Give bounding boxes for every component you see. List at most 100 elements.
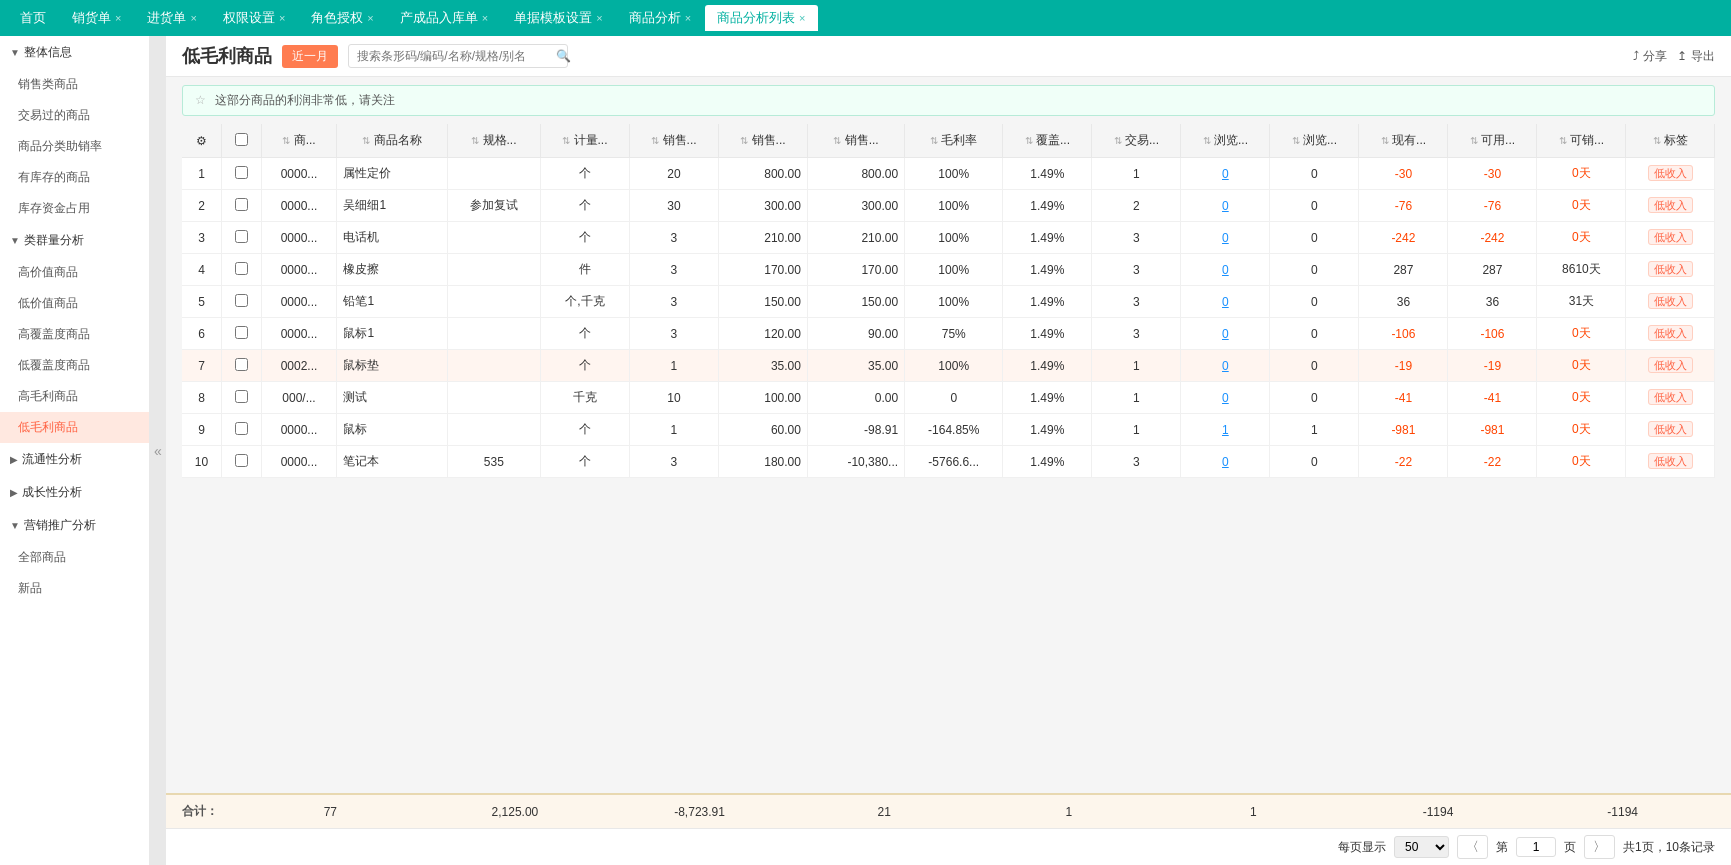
- sidebar-item-低毛利商品[interactable]: 低毛利商品: [0, 412, 149, 443]
- nav-item-角色授权[interactable]: 角色授权×: [299, 5, 385, 31]
- nav-item-产成品入库单[interactable]: 产成品入库单×: [388, 5, 500, 31]
- sidebar-item-低覆盖度商品[interactable]: 低覆盖度商品: [0, 350, 149, 381]
- col-header-code[interactable]: ⇅ 商...: [261, 124, 337, 158]
- sidebar-item-商品分类助销率[interactable]: 商品分类助销率: [0, 131, 149, 162]
- share-btn[interactable]: ⤴ 分享: [1633, 48, 1667, 65]
- col-sort-icon[interactable]: ⇅: [1292, 135, 1300, 146]
- col-sort-icon[interactable]: ⇅: [471, 135, 479, 146]
- nav-item-商品分析列表[interactable]: 商品分析列表×: [705, 5, 817, 31]
- sidebar-item-高价值商品[interactable]: 高价值商品: [0, 257, 149, 288]
- row-checkbox[interactable]: [235, 198, 248, 211]
- sidebar-item-交易过的商品[interactable]: 交易过的商品: [0, 100, 149, 131]
- col-header-sales_profit[interactable]: ⇅ 销售...: [807, 124, 904, 158]
- sidebar-group-营销推广分析[interactable]: ▼营销推广分析: [0, 509, 149, 542]
- row-checkbox[interactable]: [235, 454, 248, 467]
- search-icon[interactable]: 🔍: [556, 49, 571, 63]
- row-checkbox[interactable]: [235, 262, 248, 275]
- col-sort-icon[interactable]: ⇅: [740, 135, 748, 146]
- nav-item-权限设置[interactable]: 权限设置×: [211, 5, 297, 31]
- nav-item-首页[interactable]: 首页: [8, 5, 58, 31]
- row-checkbox[interactable]: [235, 294, 248, 307]
- views1-link[interactable]: 1: [1222, 423, 1229, 437]
- nav-item-销货单[interactable]: 销货单×: [60, 5, 133, 31]
- views1-link[interactable]: 0: [1222, 327, 1229, 341]
- col-header-checkbox[interactable]: [221, 124, 261, 158]
- views1-link[interactable]: 0: [1222, 359, 1229, 373]
- row-checkbox[interactable]: [235, 358, 248, 371]
- col-sort-icon[interactable]: ⇅: [282, 135, 290, 146]
- select-all-checkbox[interactable]: [235, 133, 248, 146]
- views1-link[interactable]: 0: [1222, 167, 1229, 181]
- next-page-btn[interactable]: 〉: [1584, 835, 1615, 859]
- nav-close-icon[interactable]: ×: [482, 12, 488, 24]
- row-checkbox[interactable]: [235, 422, 248, 435]
- nav-close-icon[interactable]: ×: [596, 12, 602, 24]
- views1-link[interactable]: 0: [1222, 455, 1229, 469]
- sidebar-group-成长性分析[interactable]: ▶成长性分析: [0, 476, 149, 509]
- nav-close-icon[interactable]: ×: [799, 12, 805, 24]
- col-header-gross_margin[interactable]: ⇅ 毛利率: [905, 124, 1003, 158]
- sidebar-item-销售类商品[interactable]: 销售类商品: [0, 69, 149, 100]
- sidebar-collapse-btn[interactable]: «: [150, 36, 166, 865]
- sidebar-item-库存资金占用[interactable]: 库存资金占用: [0, 193, 149, 224]
- search-input[interactable]: [348, 44, 568, 68]
- col-sort-icon[interactable]: ⇅: [833, 135, 841, 146]
- sidebar-item-新品[interactable]: 新品: [0, 573, 149, 604]
- views1-link[interactable]: 0: [1222, 263, 1229, 277]
- col-sort-icon[interactable]: ⇅: [1559, 135, 1567, 146]
- row-checkbox[interactable]: [235, 326, 248, 339]
- sidebar-item-全部商品[interactable]: 全部商品: [0, 542, 149, 573]
- sidebar-item-高覆盖度商品[interactable]: 高覆盖度商品: [0, 319, 149, 350]
- row-checkbox[interactable]: [235, 230, 248, 243]
- col-header-sales_qty[interactable]: ⇅ 销售...: [629, 124, 718, 158]
- col-sort-icon[interactable]: ⇅: [362, 135, 370, 146]
- sidebar-item-高毛利商品[interactable]: 高毛利商品: [0, 381, 149, 412]
- nav-item-商品分析[interactable]: 商品分析×: [617, 5, 703, 31]
- col-header-transactions[interactable]: ⇅ 交易...: [1092, 124, 1181, 158]
- views1-link[interactable]: 0: [1222, 199, 1229, 213]
- sidebar-group-整体信息[interactable]: ▼整体信息: [0, 36, 149, 69]
- col-header-tag[interactable]: ⇅ 标签: [1626, 124, 1715, 158]
- col-header-name[interactable]: ⇅ 商品名称: [337, 124, 447, 158]
- col-header-available[interactable]: ⇅ 可用...: [1448, 124, 1537, 158]
- nav-close-icon[interactable]: ×: [367, 12, 373, 24]
- prev-page-btn[interactable]: 〈: [1457, 835, 1488, 859]
- col-sort-icon[interactable]: ⇅: [1203, 135, 1211, 146]
- views1-link[interactable]: 0: [1222, 295, 1229, 309]
- col-header-current_stock[interactable]: ⇅ 现有...: [1359, 124, 1448, 158]
- col-header-coverage[interactable]: ⇅ 覆盖...: [1003, 124, 1092, 158]
- col-header-views2[interactable]: ⇅ 浏览...: [1270, 124, 1359, 158]
- sidebar-item-低价值商品[interactable]: 低价值商品: [0, 288, 149, 319]
- col-header-settings[interactable]: ⚙: [182, 124, 221, 158]
- views1-link[interactable]: 0: [1222, 231, 1229, 245]
- col-sort-icon[interactable]: ⇅: [1381, 135, 1389, 146]
- col-sort-icon[interactable]: ⇅: [651, 135, 659, 146]
- nav-item-进货单[interactable]: 进货单×: [135, 5, 208, 31]
- nav-close-icon[interactable]: ×: [115, 12, 121, 24]
- col-header-spec[interactable]: ⇅ 规格...: [447, 124, 540, 158]
- settings-icon[interactable]: ⚙: [196, 134, 207, 148]
- row-checkbox[interactable]: [235, 390, 248, 403]
- col-sort-icon[interactable]: ⇅: [562, 135, 570, 146]
- filter-btn[interactable]: 近一月: [282, 45, 338, 68]
- views1-link[interactable]: 0: [1222, 391, 1229, 405]
- col-header-unit[interactable]: ⇅ 计量...: [540, 124, 629, 158]
- col-header-views1[interactable]: ⇅ 浏览...: [1181, 124, 1270, 158]
- col-sort-icon[interactable]: ⇅: [1114, 135, 1122, 146]
- col-header-saleable[interactable]: ⇅ 可销...: [1537, 124, 1626, 158]
- sidebar-group-类群量分析[interactable]: ▼类群量分析: [0, 224, 149, 257]
- col-sort-icon[interactable]: ⇅: [1025, 135, 1033, 146]
- sidebar-item-有库存的商品[interactable]: 有库存的商品: [0, 162, 149, 193]
- nav-item-单据模板设置[interactable]: 单据模板设置×: [502, 5, 614, 31]
- col-sort-icon[interactable]: ⇅: [930, 135, 938, 146]
- sidebar-group-流通性分析[interactable]: ▶流通性分析: [0, 443, 149, 476]
- nav-close-icon[interactable]: ×: [190, 12, 196, 24]
- nav-close-icon[interactable]: ×: [279, 12, 285, 24]
- col-sort-icon[interactable]: ⇅: [1653, 135, 1661, 146]
- page-input[interactable]: [1516, 837, 1556, 857]
- row-checkbox[interactable]: [235, 166, 248, 179]
- page-size-select[interactable]: 50 20 100: [1394, 836, 1449, 858]
- export-btn[interactable]: ↥ 导出: [1677, 48, 1715, 65]
- col-sort-icon[interactable]: ⇅: [1470, 135, 1478, 146]
- nav-close-icon[interactable]: ×: [685, 12, 691, 24]
